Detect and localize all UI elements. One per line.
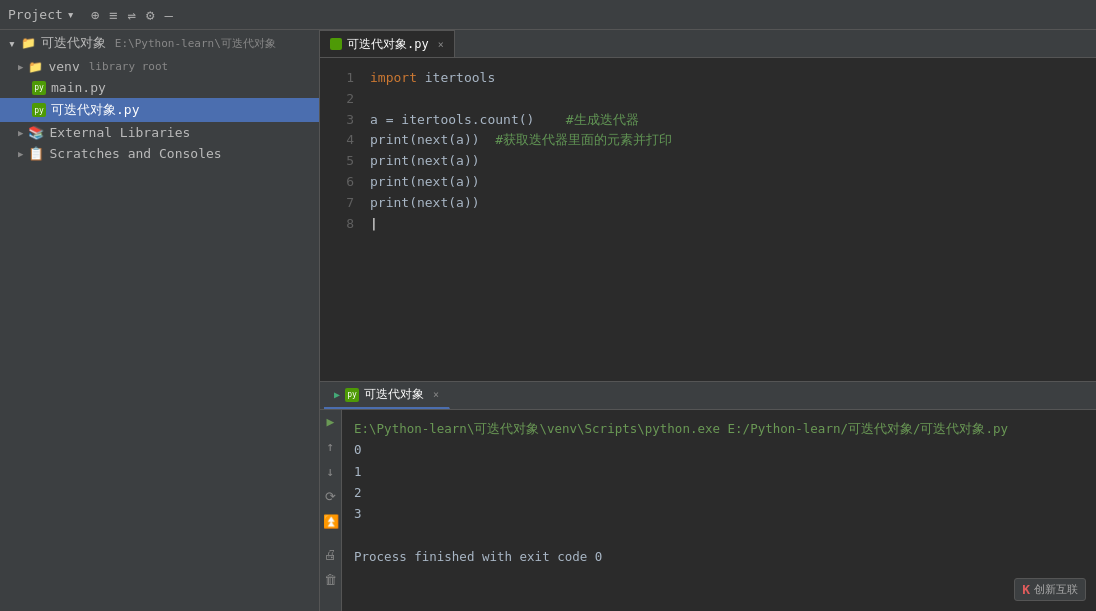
sidebar-item-ext-libs[interactable]: ▶ 📚 External Libraries — [0, 122, 319, 143]
run-btn[interactable]: ▶ — [327, 414, 335, 429]
finish-msg: Process finished with exit code 0 — [354, 549, 602, 564]
ext-icon: 📚 — [28, 125, 44, 140]
main-area: ▾ 📁 可迭代对象 E:\Python-learn\可迭代对象 ▶ 📁 venv… — [0, 30, 1096, 611]
iterable-py-icon: py — [32, 103, 46, 117]
sidebar-item-scratches[interactable]: ▶ 📋 Scratches and Consoles — [0, 143, 319, 164]
editor-tab-bar: 可迭代对象.py × — [320, 30, 1096, 58]
sidebar-item-main-py[interactable]: py main.py — [0, 77, 319, 98]
scratches-expand-icon: ▶ — [18, 149, 23, 159]
venv-label: venv — [48, 59, 79, 74]
tab-iterable-py[interactable]: 可迭代对象.py × — [320, 30, 455, 57]
output-line: 2 — [354, 485, 362, 500]
main-py-icon: py — [32, 81, 46, 95]
scroll-up-btn[interactable]: ↑ — [327, 439, 335, 454]
folder-icon: 📁 — [21, 36, 36, 50]
scroll-down-btn[interactable]: ↓ — [327, 464, 335, 479]
sidebar-item-venv[interactable]: ▶ 📁 venv library root — [0, 56, 319, 77]
sidebar-item-iterable-py[interactable]: py 可迭代对象.py — [0, 98, 319, 122]
run-tab-close[interactable]: × — [433, 389, 439, 400]
watermark-text: 创新互联 — [1034, 582, 1078, 597]
run-command: E:\Python-learn\可迭代对象\venv\Scripts\pytho… — [354, 421, 1008, 436]
output-line: 3 — [354, 506, 362, 521]
rerun-btn[interactable]: ⟳ — [325, 489, 336, 504]
run-tab-icon: py — [345, 388, 359, 402]
project-label: Project — [8, 7, 63, 22]
sidebar: ▾ 📁 可迭代对象 E:\Python-learn\可迭代对象 ▶ 📁 venv… — [0, 30, 320, 611]
tab-file-icon — [330, 38, 342, 50]
code-editor[interactable]: 1 2 3 4 5 6 7 8 import itertools a = ite… — [320, 58, 1096, 381]
output-line: 1 — [354, 464, 362, 479]
output-line: 0 — [354, 442, 362, 457]
root-expand-icon: ▾ — [8, 36, 16, 51]
minimize-icon[interactable]: — — [164, 7, 172, 23]
bottom-tab-bar: ▶ py 可迭代对象 × — [320, 382, 1096, 410]
scratches-icon: 📋 — [28, 146, 44, 161]
bottom-tab-run[interactable]: ▶ py 可迭代对象 × — [324, 382, 450, 409]
add-icon[interactable]: ⊕ — [91, 7, 99, 23]
venv-folder-icon: 📁 — [28, 60, 43, 74]
main-py-label: main.py — [51, 80, 106, 95]
venv-sublabel: library root — [89, 60, 168, 73]
project-dropdown-icon[interactable]: ▾ — [67, 7, 75, 22]
tab-close-btn[interactable]: × — [438, 39, 444, 50]
editor-area: 可迭代对象.py × 1 2 3 4 5 6 7 8 import iterto… — [320, 30, 1096, 611]
bottom-controls: ▶ ↑ ↓ ⟳ ⏫ 🖨 🗑 E:\Python-learn\可迭代对象\venv… — [320, 410, 1096, 611]
terminal-output: E:\Python-learn\可迭代对象\venv\Scripts\pytho… — [342, 410, 1096, 611]
expand-icon: ▶ — [18, 62, 23, 72]
watermark-logo: K — [1022, 582, 1030, 597]
ext-expand-icon: ▶ — [18, 128, 23, 138]
run-tab-run-icon: ▶ — [334, 389, 340, 400]
root-label: 可迭代对象 — [41, 34, 106, 52]
delete-btn[interactable]: 🗑 — [324, 572, 337, 587]
bottom-panel: ▶ py 可迭代对象 × ▶ ↑ ↓ ⟳ ⏫ 🖨 🗑 — [320, 381, 1096, 611]
sidebar-root[interactable]: ▾ 📁 可迭代对象 E:\Python-learn\可迭代对象 — [0, 30, 319, 56]
line-numbers: 1 2 3 4 5 6 7 8 — [320, 58, 360, 381]
watermark: K 创新互联 — [1014, 578, 1086, 601]
stop-btn[interactable]: ⏫ — [323, 514, 339, 529]
iterable-py-label: 可迭代对象.py — [51, 101, 139, 119]
tab-label: 可迭代对象.py — [347, 36, 429, 53]
root-path: E:\Python-learn\可迭代对象 — [115, 36, 276, 51]
sync-icon[interactable]: ⇌ — [128, 7, 136, 23]
project-menu[interactable]: Project ▾ — [8, 7, 75, 22]
print-btn[interactable]: 🖨 — [324, 547, 337, 562]
list-icon[interactable]: ≡ — [109, 7, 117, 23]
title-bar: Project ▾ ⊕ ≡ ⇌ ⚙ — — [0, 0, 1096, 30]
run-tab-label: 可迭代对象 — [364, 386, 424, 403]
code-content[interactable]: import itertools a = itertools.count() #… — [360, 58, 1096, 381]
side-action-buttons: ▶ ↑ ↓ ⟳ ⏫ 🖨 🗑 — [320, 410, 342, 611]
settings-icon[interactable]: ⚙ — [146, 7, 154, 23]
ext-libs-label: External Libraries — [49, 125, 190, 140]
scratches-label: Scratches and Consoles — [49, 146, 221, 161]
toolbar-icons: ⊕ ≡ ⇌ ⚙ — — [91, 7, 173, 23]
